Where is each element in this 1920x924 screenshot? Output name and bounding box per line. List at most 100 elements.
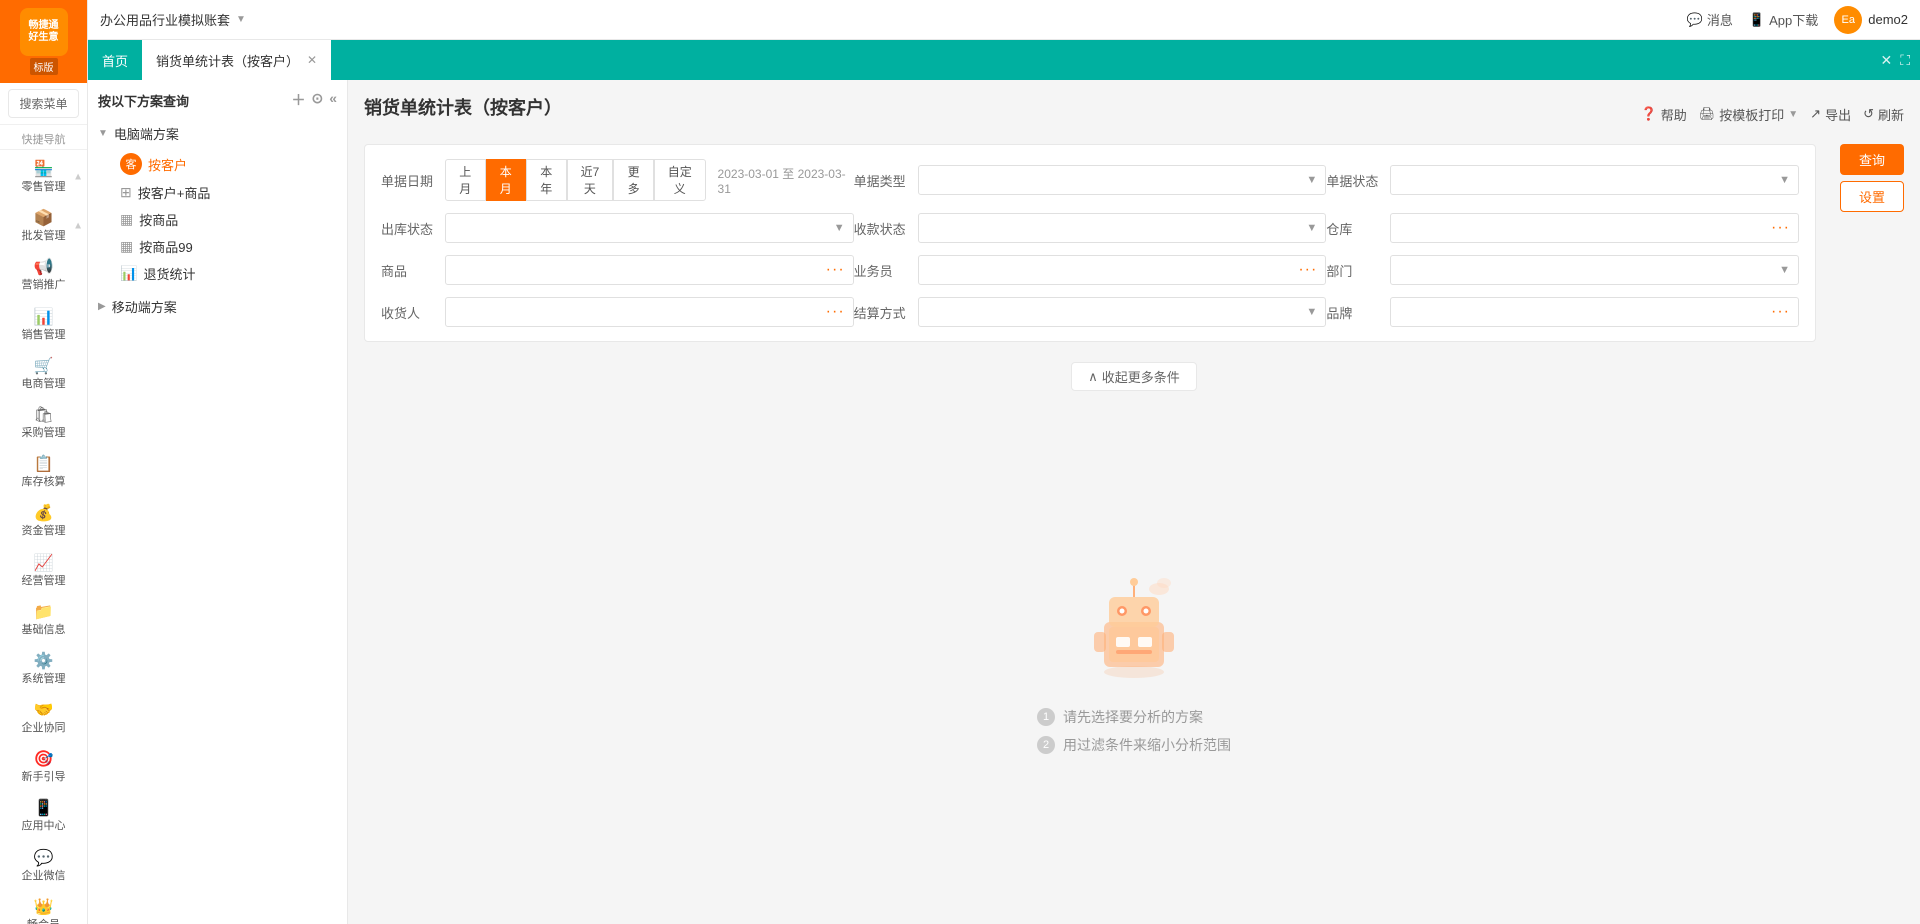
- tree-node-by-product-99-label: 按商品99: [139, 237, 192, 256]
- tree-parent-mobile[interactable]: ▶ 移动端方案: [88, 291, 347, 322]
- warehouse-input[interactable]: ···: [1390, 213, 1799, 243]
- app-center-icon: 📱: [34, 798, 54, 818]
- sidebar-item-wholesale[interactable]: 📦 批发管理 ▲: [0, 201, 87, 250]
- filter-cell-brand: 品牌 ···: [1326, 297, 1799, 327]
- tab-close-all-icon[interactable]: ✕: [1880, 52, 1892, 69]
- sidebar-item-inventory[interactable]: 📋 库存核算: [0, 447, 87, 496]
- sidebar-item-system[interactable]: ⚙️ 系统管理: [0, 644, 87, 693]
- app-download-icon: 📱: [1749, 12, 1765, 28]
- by-product-99-icon: ▦: [120, 238, 133, 255]
- sidebar-item-member[interactable]: 👑 畅会员: [0, 890, 87, 924]
- add-scheme-icon[interactable]: ＋: [291, 90, 305, 110]
- tab-sales-stat-label: 销货单统计表（按客户）: [156, 51, 299, 70]
- tree-node-by-customer-product[interactable]: ⊞ 按客户+商品: [88, 179, 347, 206]
- sidebar-item-purchase[interactable]: 🛍 采购管理: [0, 398, 87, 447]
- sidebar-item-ecommerce[interactable]: 🛒 电商管理: [0, 349, 87, 398]
- export-button[interactable]: ↗ 导出: [1810, 105, 1851, 124]
- product-dots-icon[interactable]: ···: [826, 261, 845, 279]
- user-area[interactable]: Ea demo2: [1834, 6, 1908, 34]
- tab-bar-right: ✕ ⛶: [1870, 52, 1920, 69]
- query-button[interactable]: 查询: [1840, 144, 1904, 175]
- tab-close-icon[interactable]: ✕: [307, 53, 317, 67]
- edit-scheme-icon[interactable]: ⊙: [311, 90, 323, 110]
- sidebar-item-finance[interactable]: 💰 资金管理: [0, 496, 87, 545]
- brand-input[interactable]: ···: [1390, 297, 1799, 327]
- product-input[interactable]: ···: [445, 255, 854, 285]
- tree-node-by-product-99[interactable]: ▦ 按商品99: [88, 233, 347, 260]
- sidebar-item-app-center[interactable]: 📱 应用中心: [0, 791, 87, 840]
- sidebar-item-inventory-label: 库存核算: [22, 476, 66, 489]
- date-tabs: 上月 本月 本年 近7天 更多 自定义: [445, 159, 706, 201]
- out-status-dropdown-icon: ▼: [834, 222, 845, 234]
- sidebar-item-sales[interactable]: 📊 销售管理: [0, 300, 87, 349]
- date-tab-more[interactable]: 更多: [613, 159, 654, 201]
- by-product-icon: ▦: [120, 211, 133, 228]
- sidebar-item-marketing-label: 营销推广: [22, 279, 66, 292]
- collapse-panel-icon[interactable]: «: [329, 90, 337, 110]
- tree-node-return-stat[interactable]: 📊 退货统计: [88, 260, 347, 287]
- right-panel: 销货单统计表（按客户） ❓ 帮助 🖨 按模板打印 ▼ ↗ 导出: [348, 80, 1920, 924]
- tab-home[interactable]: 首页: [88, 40, 142, 80]
- tree-node-by-customer-label: 按客户: [148, 155, 187, 174]
- tab-maximize-icon[interactable]: ⛶: [1900, 52, 1910, 69]
- order-status-input[interactable]: ▼: [1390, 165, 1799, 195]
- order-type-input[interactable]: ▼: [918, 165, 1327, 195]
- salesperson-dots-icon[interactable]: ···: [1298, 261, 1317, 279]
- date-tab-this-month[interactable]: 本月: [486, 159, 527, 201]
- salesperson-input[interactable]: ···: [918, 255, 1327, 285]
- warehouse-dots-icon[interactable]: ···: [1771, 219, 1790, 237]
- print-button[interactable]: 🖨 按模板打印 ▼: [1699, 105, 1798, 124]
- date-tab-7days[interactable]: 近7天: [567, 159, 614, 201]
- department-dropdown-icon: ▼: [1779, 264, 1790, 276]
- app-title[interactable]: 办公用品行业模拟账套 ▼: [100, 10, 246, 29]
- sidebar-item-system-label: 系统管理: [22, 673, 66, 686]
- message-button[interactable]: 💬 消息: [1687, 10, 1733, 29]
- order-status-label: 单据状态: [1326, 171, 1382, 190]
- system-icon: ⚙️: [34, 651, 54, 671]
- settlement-input[interactable]: ▼: [918, 297, 1327, 327]
- app-download-button[interactable]: 📱 App下载: [1749, 10, 1818, 29]
- tab-sales-stat[interactable]: 销货单统计表（按客户） ✕: [142, 40, 331, 80]
- tree-node-by-customer[interactable]: 客 按客户: [88, 149, 347, 179]
- help-icon: ❓: [1641, 106, 1657, 122]
- tree-mobile-arrow-icon: ▶: [98, 301, 106, 312]
- sidebar-item-operation-label: 经营管理: [22, 575, 66, 588]
- department-input[interactable]: ▼: [1390, 255, 1799, 285]
- sidebar-item-retail[interactable]: 🏪 零售管理 ▲: [0, 152, 87, 201]
- refresh-button[interactable]: ↺ 刷新: [1863, 105, 1904, 124]
- filter-cell-order-type: 单据类型 ▼: [854, 165, 1327, 195]
- search-menu-button[interactable]: 搜索菜单: [8, 89, 79, 118]
- settings-button[interactable]: 设置: [1840, 181, 1904, 212]
- retail-arrow-icon: ▲: [73, 171, 83, 182]
- export-icon: ↗: [1810, 106, 1821, 122]
- payment-status-dropdown-icon: ▼: [1306, 222, 1317, 234]
- sidebar-item-basic[interactable]: 📁 基础信息: [0, 595, 87, 644]
- date-tab-custom[interactable]: 自定义: [654, 159, 706, 201]
- receiver-dots-icon[interactable]: ···: [826, 303, 845, 321]
- sidebar-item-wechat[interactable]: 💬 企业微信: [0, 841, 87, 890]
- tree-parent-mobile-label: 移动端方案: [112, 297, 177, 316]
- sidebar-item-marketing[interactable]: 📢 营销推广: [0, 250, 87, 299]
- help-button[interactable]: ❓ 帮助: [1641, 105, 1687, 124]
- quick-nav-title: 快捷导航: [0, 125, 87, 150]
- out-status-input[interactable]: ▼: [445, 213, 854, 243]
- filter-cell-order-status: 单据状态 ▼: [1326, 165, 1799, 195]
- filter-cell-product: 商品 ···: [381, 255, 854, 285]
- tree-node-by-product[interactable]: ▦ 按商品: [88, 206, 347, 233]
- collapse-button[interactable]: ∧ 收起更多条件: [1071, 362, 1197, 391]
- app-title-text: 办公用品行业模拟账套: [100, 10, 230, 29]
- date-tab-last-month[interactable]: 上月: [445, 159, 486, 201]
- tree-parent-desktop[interactable]: ▼ 电脑端方案: [88, 118, 347, 149]
- message-label: 消息: [1707, 10, 1733, 29]
- brand-dots-icon[interactable]: ···: [1771, 303, 1790, 321]
- sidebar-item-finance-label: 资金管理: [22, 525, 66, 538]
- order-type-dropdown-icon: ▼: [1306, 174, 1317, 186]
- receiver-label: 收货人: [381, 303, 437, 322]
- header-right: 💬 消息 📱 App下载 Ea demo2: [1687, 6, 1908, 34]
- date-tab-this-year[interactable]: 本年: [526, 159, 567, 201]
- sidebar-item-newbie[interactable]: 🎯 新手引导: [0, 742, 87, 791]
- receiver-input[interactable]: ···: [445, 297, 854, 327]
- sidebar-item-enterprise[interactable]: 🤝 企业协同: [0, 693, 87, 742]
- payment-status-input[interactable]: ▼: [918, 213, 1327, 243]
- sidebar-item-operation[interactable]: 📈 经营管理: [0, 546, 87, 595]
